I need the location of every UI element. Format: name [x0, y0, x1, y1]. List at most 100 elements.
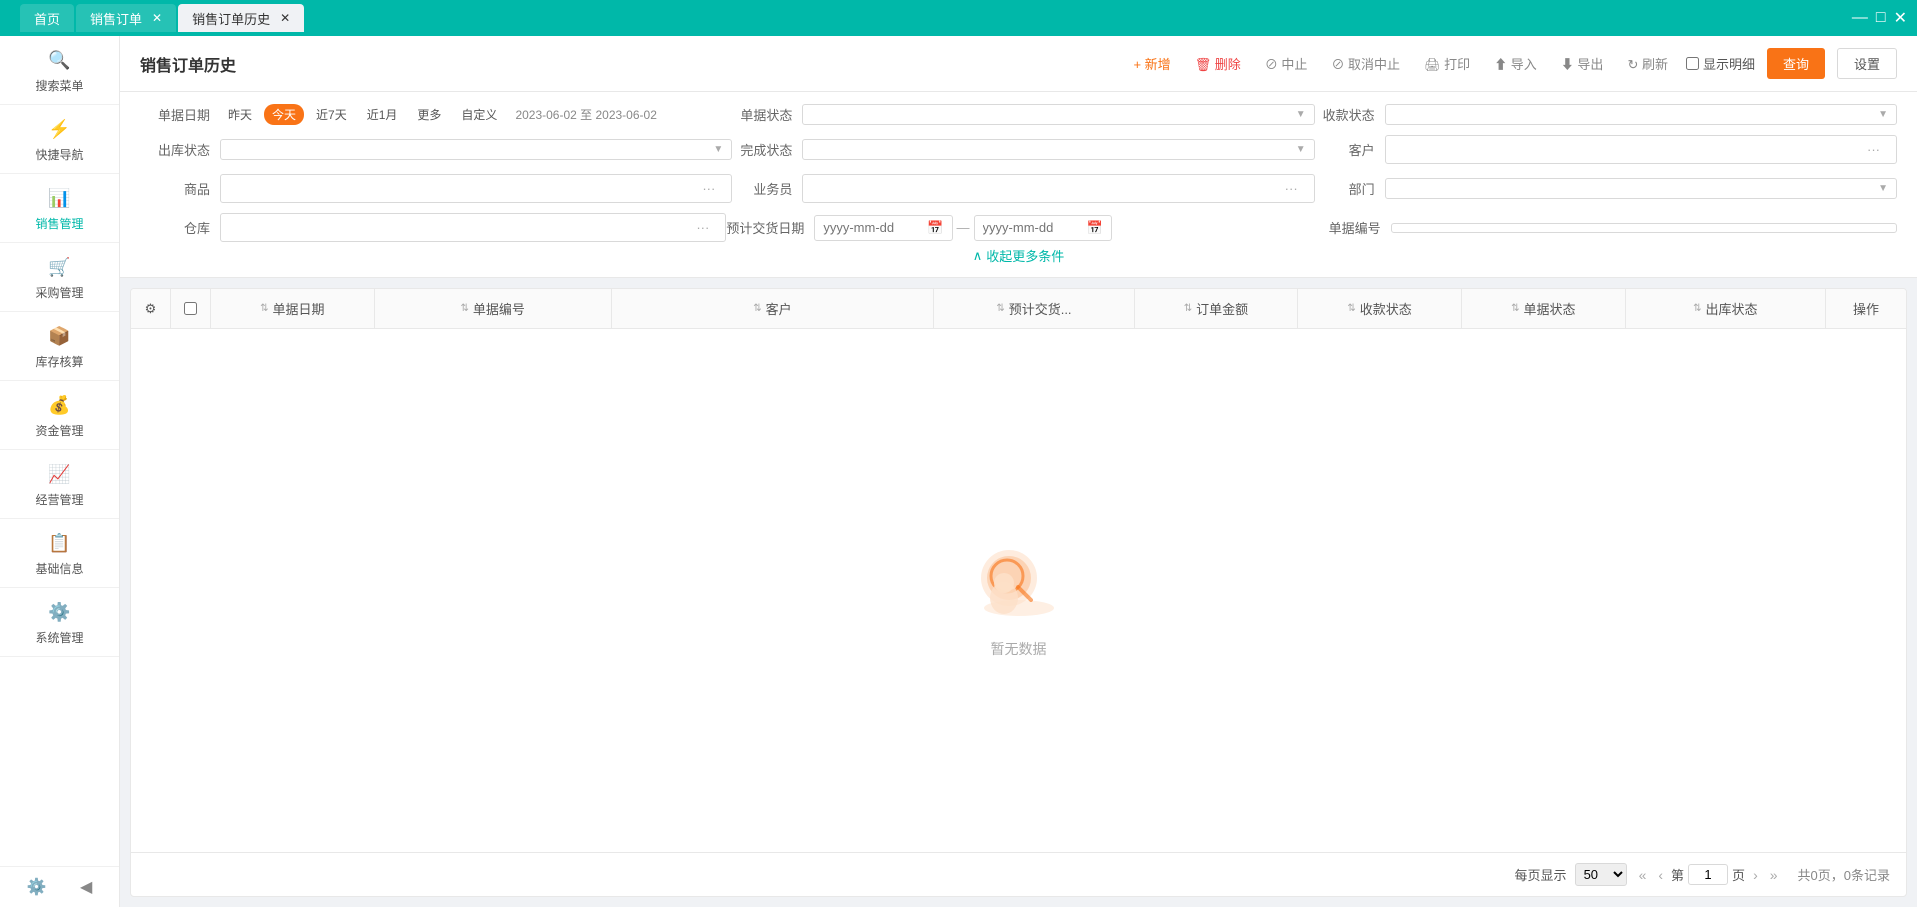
- filter-row-1: 单据日期 昨天 今天 近7天 近1月 更多 自定义 2023-06-02 至 2…: [140, 104, 1897, 125]
- sidebar-label-search-menu: 搜索菜单: [35, 77, 83, 94]
- sidebar-item-operations[interactable]: 📈 经营管理: [0, 450, 119, 519]
- refresh-button[interactable]: ↻ 刷新: [1621, 50, 1674, 77]
- toolbar: + 新增 🗑 删除 ⊘ 中止 ⊘ 取消中止 🖨 打印 ⬆ 导入 ⬇ 导出 ↻ 刷…: [1127, 48, 1897, 79]
- sidebar-item-quick-nav[interactable]: ⚡ 快捷导航: [0, 105, 119, 174]
- sidebar-item-sales[interactable]: 📊 销售管理: [0, 174, 119, 243]
- print-button[interactable]: 🖨 打印: [1418, 50, 1476, 77]
- tab-close-sales-order[interactable]: ✕: [152, 11, 162, 25]
- import-button[interactable]: ⬆ 导入: [1488, 50, 1543, 77]
- goods-label: 商品: [140, 179, 220, 198]
- goods-select[interactable]: ···: [220, 174, 732, 203]
- sidebar-item-system[interactable]: ⚙️ 系统管理: [0, 588, 119, 657]
- chip-last1m[interactable]: 近1月: [359, 104, 406, 125]
- chip-more[interactable]: 更多: [409, 104, 449, 125]
- tab-sales-order[interactable]: 销售订单✕: [76, 4, 176, 32]
- chip-yesterday[interactable]: 昨天: [220, 104, 260, 125]
- sidebar-item-finance[interactable]: 💰 资金管理: [0, 381, 119, 450]
- table-header: ⚙ ⇅ 单据日期 ⇅ 单据编号 ⇅ 客户 ⇅: [131, 289, 1906, 329]
- chip-last7[interactable]: 近7天: [308, 104, 355, 125]
- customer-select[interactable]: ···: [1385, 135, 1897, 164]
- top-bar: 首页销售订单✕销售订单历史✕ — □ ✕: [0, 0, 1917, 36]
- close-icon[interactable]: ✕: [1894, 8, 1907, 28]
- th-settings[interactable]: ⚙: [131, 289, 171, 328]
- sidebar-label-quick-nav: 快捷导航: [35, 146, 83, 163]
- salesperson-control: ···: [802, 174, 1314, 203]
- th-delivery-sort-icon[interactable]: ⇅: [996, 303, 1004, 314]
- select-all-checkbox[interactable]: [184, 302, 197, 315]
- warehouse-select[interactable]: ···: [220, 213, 726, 242]
- th-no: ⇅ 单据编号: [375, 289, 612, 328]
- th-amount-label: 订单金额: [1196, 299, 1248, 318]
- th-no-sort-icon[interactable]: ⇅: [460, 303, 468, 314]
- new-button[interactable]: + 新增: [1127, 50, 1176, 77]
- set-button[interactable]: 设置: [1837, 48, 1897, 79]
- th-amount-sort-icon[interactable]: ⇅: [1184, 303, 1192, 314]
- th-delivery: ⇅ 预计交货...: [934, 289, 1134, 328]
- tab-close-sales-order-history[interactable]: ✕: [280, 11, 290, 25]
- date-label: 单据日期: [140, 105, 220, 124]
- page-size-select[interactable]: 50 10 20 100: [1575, 863, 1627, 886]
- delete-button[interactable]: 🗑 删除: [1189, 50, 1247, 77]
- stock-out-select[interactable]: ▼: [220, 139, 732, 160]
- filter-row-2: 出库状态 ▼ 完成状态 ▼ 客户: [140, 135, 1897, 164]
- minimize-icon[interactable]: —: [1852, 9, 1868, 27]
- sidebar-item-search-menu[interactable]: 🔍 搜索菜单: [0, 36, 119, 105]
- chip-custom[interactable]: 自定义: [453, 104, 505, 125]
- display-detail-input[interactable]: [1686, 57, 1699, 70]
- display-detail-checkbox[interactable]: 显示明细: [1686, 54, 1755, 73]
- sidebar-item-purchase[interactable]: 🛒 采购管理: [0, 243, 119, 312]
- goods-ellipsis[interactable]: ···: [694, 179, 723, 198]
- prev-page-button[interactable]: ‹: [1654, 865, 1667, 885]
- chip-today[interactable]: 今天: [264, 104, 304, 125]
- customer-ellipsis[interactable]: ···: [1859, 140, 1888, 159]
- th-date-sort-icon[interactable]: ⇅: [260, 303, 268, 314]
- salesperson-select[interactable]: ···: [802, 174, 1314, 203]
- sidebar-icon-search-menu: 🔍: [48, 50, 70, 71]
- th-customer-label: 客户: [766, 299, 792, 318]
- settings-icon[interactable]: ⚙️: [27, 877, 47, 897]
- th-check[interactable]: [171, 289, 211, 328]
- salesperson-ellipsis[interactable]: ···: [1277, 179, 1306, 198]
- sidebar-icon-system: ⚙️: [48, 602, 70, 623]
- table-body: 暂无数据: [131, 329, 1906, 852]
- delivery-date-from[interactable]: 📅: [814, 215, 952, 241]
- dept-select[interactable]: ▼: [1385, 178, 1897, 199]
- sidebar-item-inventory[interactable]: 📦 库存核算: [0, 312, 119, 381]
- maximize-icon[interactable]: □: [1876, 9, 1886, 27]
- dept-control: ▼: [1385, 178, 1897, 199]
- th-action: 操作: [1826, 289, 1906, 328]
- tab-sales-order-history[interactable]: 销售订单历史✕: [178, 4, 304, 32]
- collapse-link[interactable]: ∧ 收起更多条件: [973, 246, 1065, 265]
- th-payment-sort-icon[interactable]: ⇅: [1347, 303, 1355, 314]
- collapse-icon[interactable]: ◀: [80, 877, 92, 897]
- th-order-status-sort-icon[interactable]: ⇅: [1511, 303, 1519, 314]
- complete-select[interactable]: ▼: [802, 139, 1314, 160]
- stop-button[interactable]: ⊘ 中止: [1259, 50, 1314, 77]
- page-title: 销售订单历史: [140, 52, 236, 76]
- delivery-date-to-input[interactable]: [983, 220, 1083, 235]
- last-page-button[interactable]: »: [1766, 865, 1782, 885]
- filter-row-3: 商品 ··· 业务员 ··· 部门: [140, 174, 1897, 203]
- export-button[interactable]: ⬇ 导出: [1555, 50, 1610, 77]
- order-status-select[interactable]: ▼: [802, 104, 1314, 125]
- sidebar-item-basic-info[interactable]: 📋 基础信息: [0, 519, 119, 588]
- stock-out-label: 出库状态: [140, 140, 220, 159]
- payment-status-select[interactable]: ▼: [1385, 104, 1897, 125]
- next-page-button[interactable]: ›: [1749, 865, 1762, 885]
- complete-arrow: ▼: [1296, 144, 1306, 155]
- first-page-button[interactable]: «: [1635, 865, 1651, 885]
- th-customer-sort-icon[interactable]: ⇅: [753, 303, 761, 314]
- query-button[interactable]: 查询: [1767, 48, 1825, 79]
- cancel-stop-button[interactable]: ⊘ 取消中止: [1325, 50, 1406, 77]
- delivery-date-to[interactable]: 📅: [974, 215, 1112, 241]
- th-stock-sort-icon[interactable]: ⇅: [1693, 303, 1701, 314]
- current-page-input[interactable]: [1688, 864, 1728, 885]
- settings-gear-icon[interactable]: ⚙: [145, 301, 157, 317]
- empty-text: 暂无数据: [991, 639, 1047, 659]
- tab-home[interactable]: 首页: [20, 4, 74, 32]
- warehouse-ellipsis[interactable]: ···: [688, 218, 717, 237]
- delivery-date-from-input[interactable]: [823, 220, 923, 235]
- payment-status-label: 收款状态: [1315, 105, 1385, 124]
- pagination: 每页显示 50 10 20 100 « ‹ 第 页 › » 共0页，0条记录: [131, 852, 1906, 896]
- order-no-input[interactable]: [1391, 223, 1897, 233]
